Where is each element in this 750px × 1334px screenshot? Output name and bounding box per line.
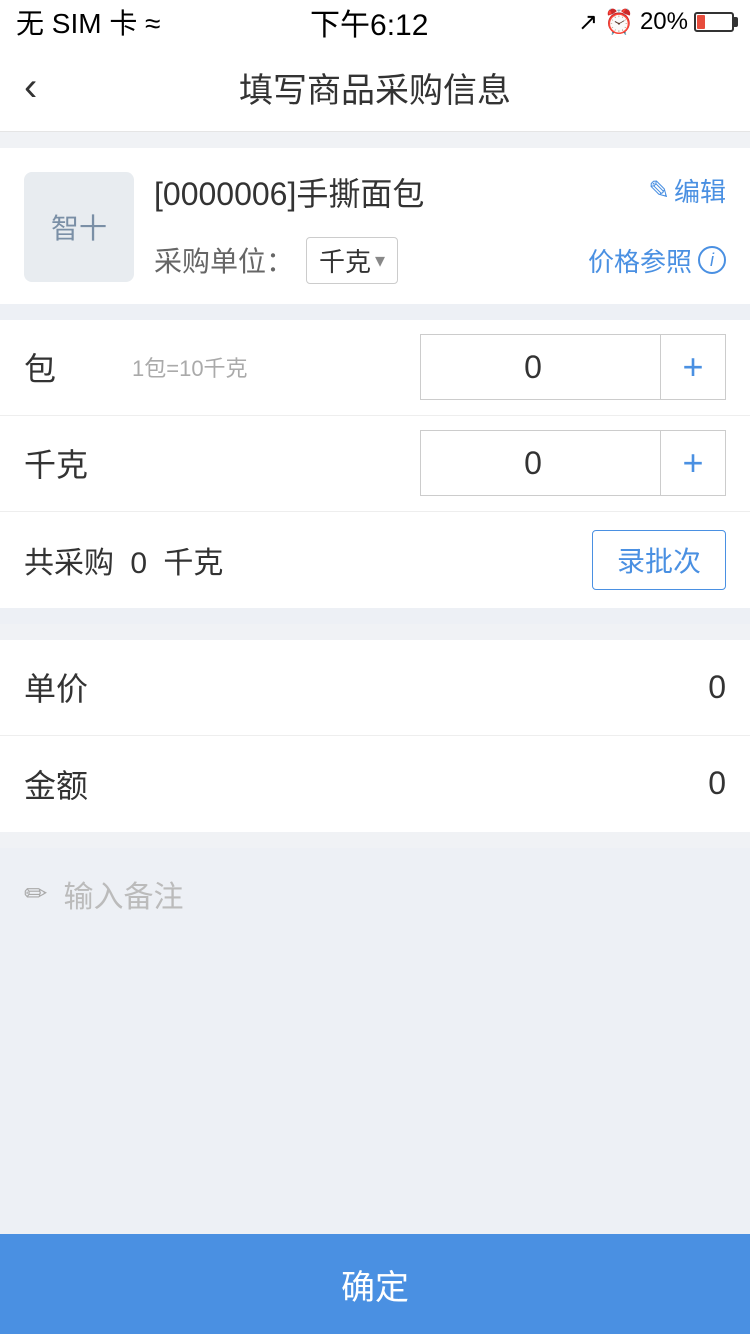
product-info: [0000006]手撕面包 ✎ 编辑 采购单位： 千克 ▾ 价格参照 i — [154, 172, 726, 284]
status-time: 下午6:12 — [310, 0, 428, 44]
page-title: 填写商品采购信息 — [239, 63, 511, 112]
divider-2 — [0, 608, 750, 624]
price-info-section: 单价 0 金额 0 — [0, 640, 750, 832]
product-unit-row: 采购单位： 千克 ▾ 价格参照 i — [154, 237, 726, 284]
amount-value: 0 — [708, 765, 726, 802]
bag-sub-label: 1包=10千克 — [132, 351, 248, 383]
info-icon: i — [698, 246, 726, 274]
kg-label: 千克 — [24, 440, 124, 486]
summary-prefix: 共采购 — [24, 547, 114, 580]
divider-1 — [0, 304, 750, 320]
bag-input-right: + — [420, 334, 726, 400]
notes-placeholder: 输入备注 — [63, 872, 183, 916]
chevron-down-icon: ▾ — [375, 248, 385, 273]
bag-input-row: 包 1包=10千克 + — [0, 320, 750, 416]
alarm-icon: ⏰ — [604, 8, 634, 37]
amount-row: 金额 0 — [0, 736, 750, 832]
price-ref-button[interactable]: 价格参照 i — [588, 242, 726, 279]
edit-button[interactable]: ✎ 编辑 — [648, 172, 726, 209]
product-image: 智十 — [24, 172, 134, 282]
bag-quantity-input[interactable] — [420, 334, 660, 400]
batch-button[interactable]: 录批次 — [592, 530, 726, 590]
kg-input-right: + — [420, 430, 726, 496]
status-right: ↗ ⏰ 20% — [578, 8, 734, 37]
product-header: [0000006]手撕面包 ✎ 编辑 — [154, 172, 726, 217]
input-section: 包 1包=10千克 + 千克 + — [0, 320, 750, 512]
notes-section[interactable]: ✏ 输入备注 — [0, 848, 750, 940]
battery-percent: 20% — [640, 8, 688, 36]
status-bar: 无 SIM 卡 ≈ 下午6:12 ↗ ⏰ 20% — [0, 0, 750, 44]
unit-label: 采购单位： 千克 ▾ — [154, 237, 398, 284]
unit-price-label: 单价 — [24, 664, 88, 710]
nav-bar: ‹ 填写商品采购信息 — [0, 44, 750, 132]
summary-amount: 0 — [130, 547, 147, 580]
kg-quantity-input[interactable] — [420, 430, 660, 496]
status-left: 无 SIM 卡 ≈ — [16, 2, 161, 42]
product-name: [0000006]手撕面包 — [154, 172, 424, 217]
confirm-button[interactable]: 确定 — [0, 1234, 750, 1334]
unit-select[interactable]: 千克 ▾ — [306, 237, 398, 284]
summary-text: 共采购 0 千克 — [24, 538, 223, 582]
unit-value: 千克 — [319, 242, 371, 279]
edit-label: 编辑 — [674, 172, 726, 209]
pencil-icon: ✏ — [24, 877, 47, 910]
edit-icon: ✎ — [648, 175, 670, 206]
unit-price-row: 单价 0 — [0, 640, 750, 736]
kg-plus-button[interactable]: + — [660, 430, 726, 496]
amount-label: 金额 — [24, 761, 88, 807]
price-ref-label: 价格参照 — [588, 242, 692, 279]
sim-status: 无 SIM 卡 ≈ — [16, 2, 161, 42]
unit-label-text: 采购单位： — [154, 240, 294, 280]
kg-input-row: 千克 + — [0, 416, 750, 512]
summary-row: 共采购 0 千克 录批次 — [0, 512, 750, 608]
location-icon: ↗ — [578, 8, 598, 37]
product-image-text: 智十 — [51, 207, 107, 247]
product-card: 智十 [0000006]手撕面包 ✎ 编辑 采购单位： 千克 ▾ 价格参照 i — [0, 148, 750, 304]
back-button[interactable]: ‹ — [24, 65, 37, 110]
bag-plus-button[interactable]: + — [660, 334, 726, 400]
summary-unit: 千克 — [163, 547, 223, 580]
background-spacer — [0, 940, 750, 1234]
battery-icon — [694, 12, 734, 32]
bag-label: 包 — [24, 344, 124, 390]
unit-price-value: 0 — [708, 669, 726, 706]
